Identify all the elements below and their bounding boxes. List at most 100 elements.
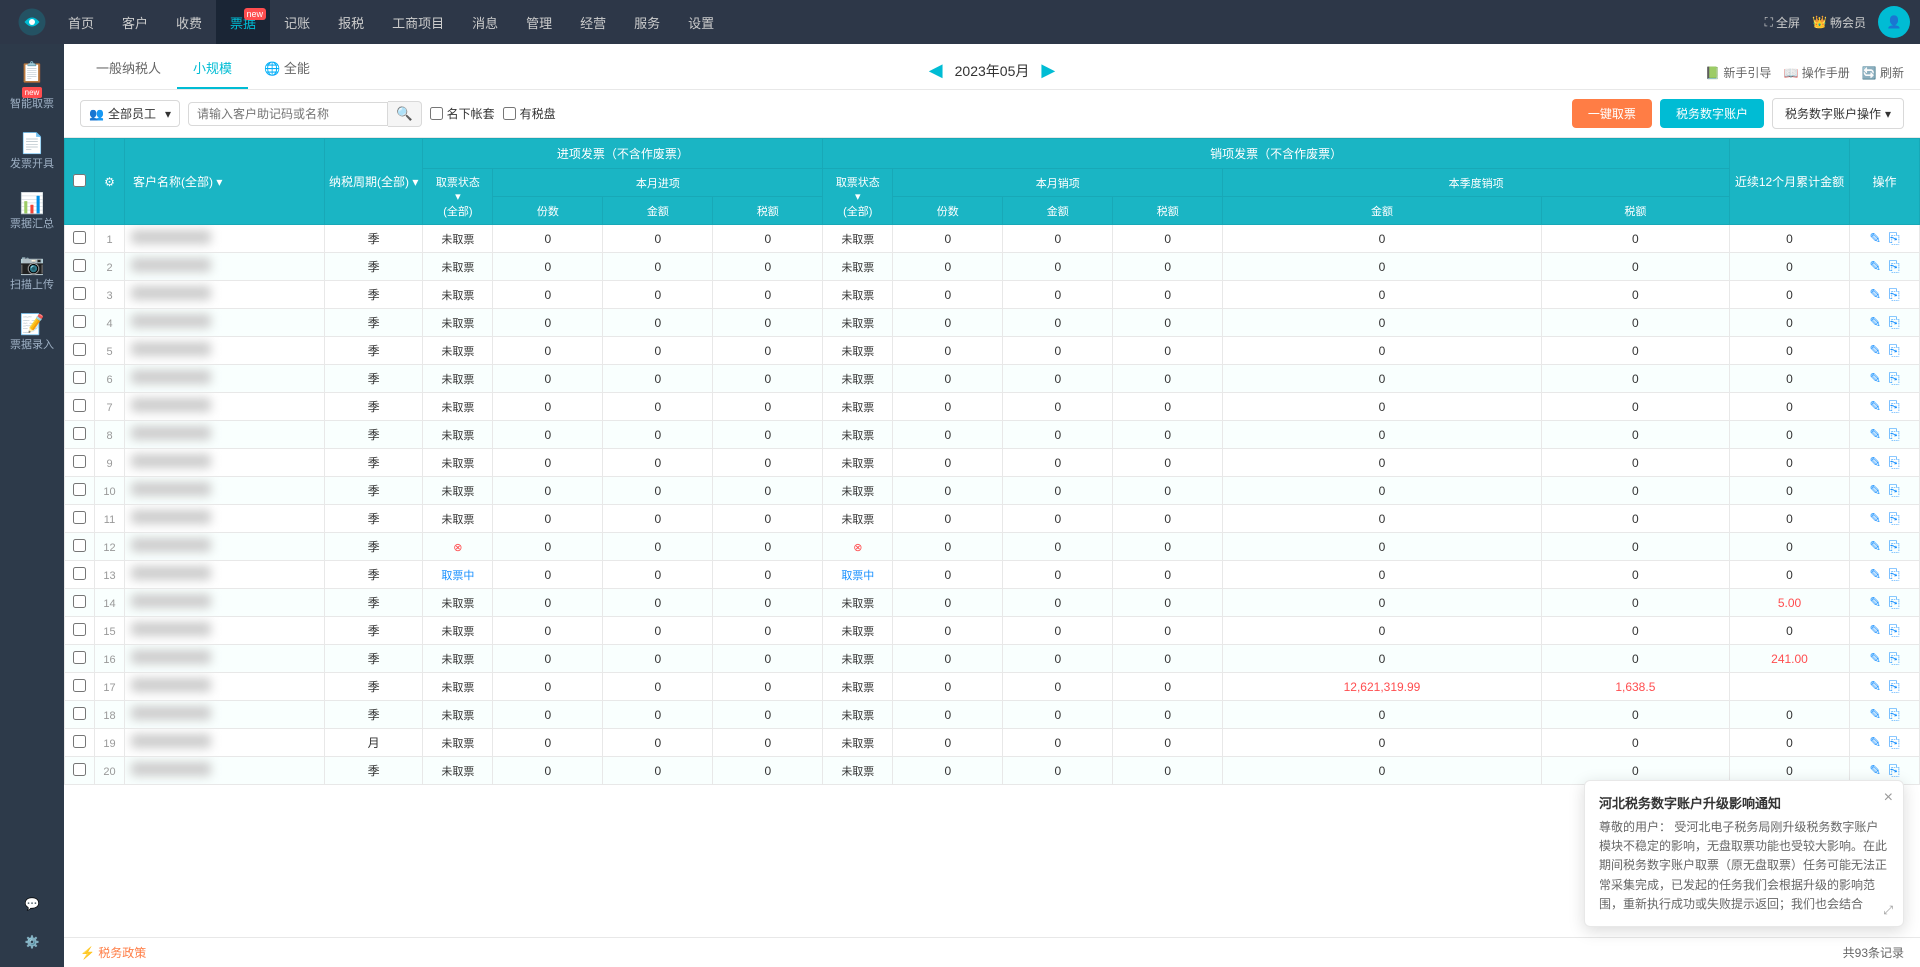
nav-item-服务[interactable]: 服务 <box>620 0 674 44</box>
nav-item-报税[interactable]: 报税 <box>324 0 378 44</box>
edit-button[interactable]: ✎ <box>1867 454 1883 470</box>
fullscreen-button[interactable]: ⛶ 全屏 <box>1765 14 1800 31</box>
row-checkbox-cell[interactable] <box>65 589 95 617</box>
tax-digital-account-button[interactable]: 税务数字账户 <box>1660 99 1764 128</box>
sidebar-bottom-icon-0[interactable]: 💬 <box>4 889 60 919</box>
edit-button[interactable]: ✎ <box>1867 566 1883 582</box>
copy-button[interactable]: ⎘ <box>1886 454 1901 470</box>
edit-button[interactable]: ✎ <box>1867 370 1883 386</box>
row-checkbox[interactable] <box>73 427 86 440</box>
edit-button[interactable]: ✎ <box>1867 650 1883 666</box>
copy-button[interactable]: ⎘ <box>1886 342 1901 358</box>
row-checkbox[interactable] <box>73 623 86 636</box>
nav-item-记账[interactable]: 记账 <box>270 0 324 44</box>
row-checkbox-cell[interactable] <box>65 281 95 309</box>
row-checkbox-cell[interactable] <box>65 365 95 393</box>
row-checkbox-cell[interactable] <box>65 309 95 337</box>
edit-button[interactable]: ✎ <box>1867 426 1883 442</box>
edit-button[interactable]: ✎ <box>1867 762 1883 778</box>
nav-item-消息[interactable]: 消息 <box>458 0 512 44</box>
edit-button[interactable]: ✎ <box>1867 398 1883 414</box>
in-status-header[interactable]: 取票状态▾(全部) <box>423 169 493 225</box>
row-checkbox[interactable] <box>73 763 86 776</box>
edit-button[interactable]: ✎ <box>1867 286 1883 302</box>
copy-button[interactable]: ⎘ <box>1886 398 1901 414</box>
edit-button[interactable]: ✎ <box>1867 594 1883 610</box>
right-link-操作手册[interactable]: 📖 操作手册 <box>1783 64 1849 81</box>
search-button[interactable]: 🔍 <box>388 101 422 127</box>
nav-item-管理[interactable]: 管理 <box>512 0 566 44</box>
copy-button[interactable]: ⎘ <box>1886 762 1901 778</box>
out-status-header[interactable]: 取票状态▾(全部) <box>823 169 893 225</box>
popup-expand-icon[interactable]: ⤢ <box>1883 903 1893 918</box>
row-checkbox-cell[interactable] <box>65 253 95 281</box>
row-checkbox[interactable] <box>73 595 86 608</box>
copy-button[interactable]: ⎘ <box>1886 286 1901 302</box>
nav-item-收费[interactable]: 收费 <box>162 0 216 44</box>
copy-button[interactable]: ⎘ <box>1886 538 1901 554</box>
row-checkbox-cell[interactable] <box>65 337 95 365</box>
search-input[interactable] <box>188 102 388 126</box>
copy-button[interactable]: ⎘ <box>1886 510 1901 526</box>
select-all-header[interactable] <box>65 139 95 225</box>
taxdisk-checkbox-label[interactable]: 有税盘 <box>503 105 556 122</box>
row-checkbox[interactable] <box>73 455 86 468</box>
row-checkbox-cell[interactable] <box>65 617 95 645</box>
row-checkbox-cell[interactable] <box>65 421 95 449</box>
copy-button[interactable]: ⎘ <box>1886 566 1901 582</box>
sidebar-item-4[interactable]: 📝票据录入 <box>4 304 60 360</box>
sub-tab-一般纳税人[interactable]: 一般纳税人 <box>80 48 177 89</box>
edit-button[interactable]: ✎ <box>1867 314 1883 330</box>
copy-button[interactable]: ⎘ <box>1886 734 1901 750</box>
copy-button[interactable]: ⎘ <box>1886 314 1901 330</box>
logo[interactable] <box>10 0 54 44</box>
row-checkbox[interactable] <box>73 399 86 412</box>
row-checkbox-cell[interactable] <box>65 673 95 701</box>
copy-button[interactable]: ⎘ <box>1886 230 1901 246</box>
sidebar-item-2[interactable]: 📊票据汇总 <box>4 183 60 239</box>
row-checkbox-cell[interactable] <box>65 561 95 589</box>
right-link-新手引导[interactable]: 📗 新手引导 <box>1705 64 1771 81</box>
tax-digital-account-op-button[interactable]: 税务数字账户操作 ▾ <box>1772 98 1904 129</box>
row-checkbox[interactable] <box>73 735 86 748</box>
sidebar-item-3[interactable]: 📷扫描上传 <box>4 244 60 300</box>
employee-select[interactable]: 👥 全部员工 ▾ <box>80 100 180 127</box>
sidebar-item-1[interactable]: 📄发票开具 <box>4 123 60 179</box>
sub-tab-全能[interactable]: 🌐 全能 <box>248 48 326 89</box>
edit-button[interactable]: ✎ <box>1867 622 1883 638</box>
next-month-button[interactable]: ▶ <box>1037 60 1059 81</box>
subledger-checkbox-label[interactable]: 名下帐套 <box>430 105 495 122</box>
row-checkbox-cell[interactable] <box>65 477 95 505</box>
row-checkbox[interactable] <box>73 511 86 524</box>
taxdisk-checkbox[interactable] <box>503 107 516 120</box>
member-button[interactable]: 👑 畅会员 <box>1812 14 1866 31</box>
nav-item-首页[interactable]: 首页 <box>54 0 108 44</box>
edit-button[interactable]: ✎ <box>1867 258 1883 274</box>
row-checkbox[interactable] <box>73 679 86 692</box>
tax-policy-link[interactable]: ⚡ 税务政策 <box>80 944 146 961</box>
nav-item-客户[interactable]: 客户 <box>108 0 162 44</box>
sub-tab-小规模[interactable]: 小规模 <box>177 48 248 89</box>
popup-close-button[interactable]: × <box>1884 789 1893 807</box>
row-checkbox-cell[interactable] <box>65 645 95 673</box>
copy-button[interactable]: ⎘ <box>1886 622 1901 638</box>
row-checkbox[interactable] <box>73 315 86 328</box>
select-all-checkbox[interactable] <box>73 174 86 187</box>
row-checkbox-cell[interactable] <box>65 393 95 421</box>
row-checkbox[interactable] <box>73 651 86 664</box>
row-checkbox-cell[interactable] <box>65 729 95 757</box>
edit-button[interactable]: ✎ <box>1867 734 1883 750</box>
edit-button[interactable]: ✎ <box>1867 230 1883 246</box>
row-checkbox[interactable] <box>73 287 86 300</box>
row-checkbox-cell[interactable] <box>65 701 95 729</box>
edit-button[interactable]: ✎ <box>1867 510 1883 526</box>
row-checkbox-cell[interactable] <box>65 225 95 253</box>
right-link-刷新[interactable]: 🔄 刷新 <box>1862 64 1904 81</box>
sidebar-item-0[interactable]: 📋new智能取票 <box>4 52 60 119</box>
copy-button[interactable]: ⎘ <box>1886 426 1901 442</box>
copy-button[interactable]: ⎘ <box>1886 706 1901 722</box>
copy-button[interactable]: ⎘ <box>1886 594 1901 610</box>
row-checkbox-cell[interactable] <box>65 757 95 785</box>
row-checkbox[interactable] <box>73 483 86 496</box>
row-checkbox[interactable] <box>73 707 86 720</box>
